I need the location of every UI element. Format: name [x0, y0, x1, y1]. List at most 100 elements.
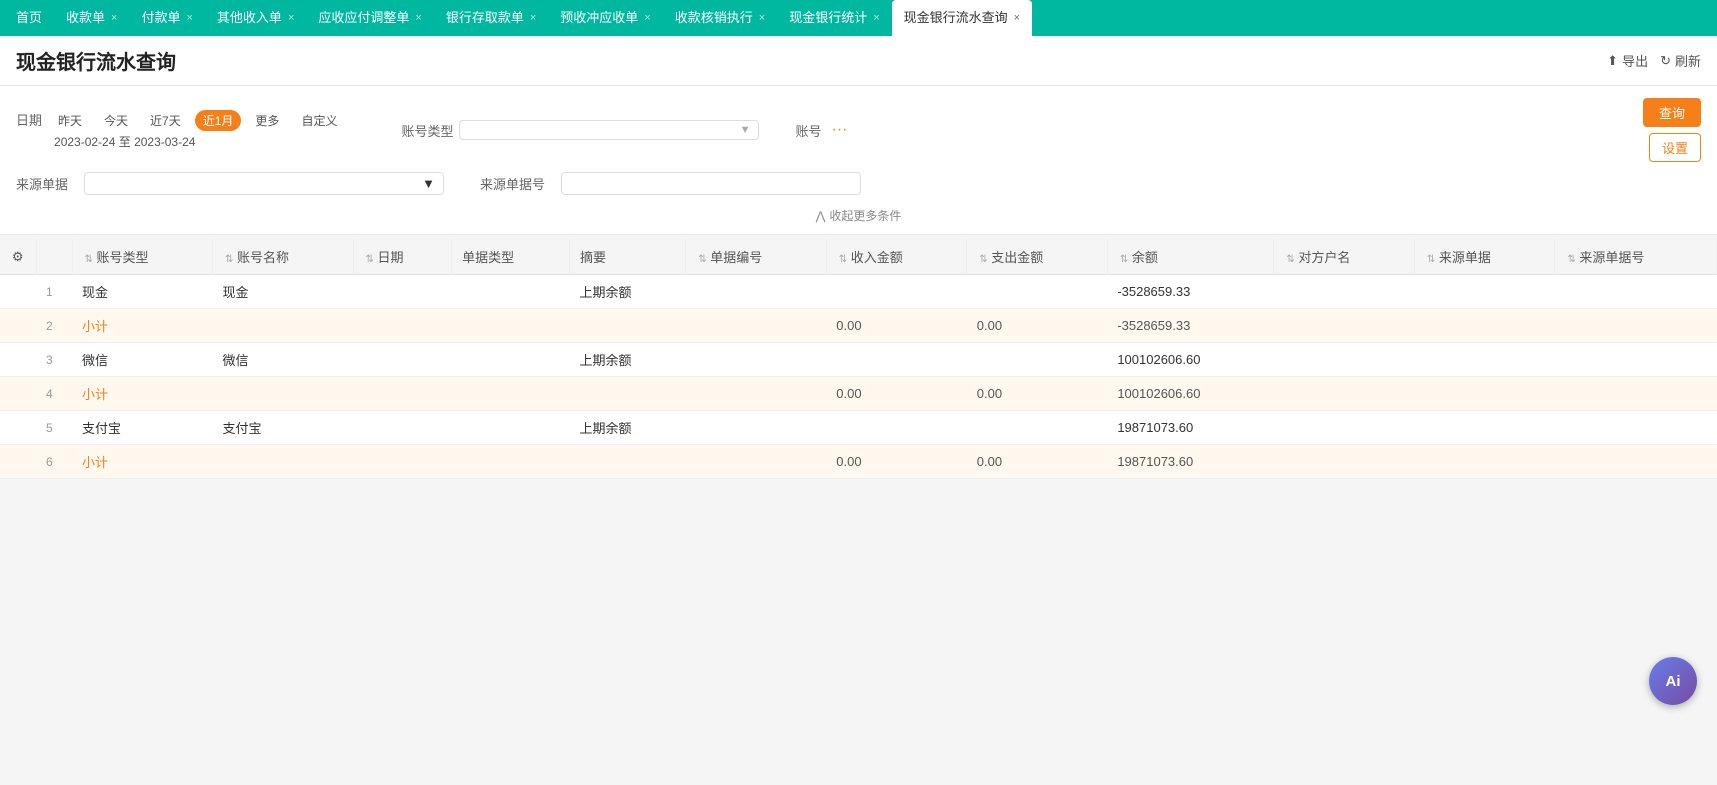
cell-balance: -3528659.33: [1107, 309, 1274, 343]
col-account-type[interactable]: ⇅ 账号类型: [72, 239, 213, 275]
collapse-button[interactable]: ⋀ 收起更多条件: [16, 203, 1701, 228]
cell-income: 0.00: [826, 309, 967, 343]
col-balance[interactable]: ⇅ 余额: [1107, 239, 1274, 275]
col-idx: [36, 239, 72, 275]
close-icon[interactable]: ×: [186, 0, 192, 36]
cell-account-type: 小计: [72, 445, 213, 479]
cell-doc-type: [452, 275, 570, 309]
cell-doc-type: [452, 445, 570, 479]
query-button[interactable]: 查询: [1643, 98, 1701, 127]
cell-idx: 1: [36, 275, 72, 309]
cell-source-doc-no: [1555, 411, 1717, 445]
nav-advance-collect[interactable]: 预收冲应收单 ×: [548, 0, 662, 36]
settings-button[interactable]: 设置: [1649, 133, 1701, 162]
cell-account-type: 小计: [72, 377, 213, 411]
nav-other-income[interactable]: 其他收入单 ×: [205, 0, 306, 36]
sort-icon: ⇅: [366, 254, 374, 265]
col-date[interactable]: ⇅ 日期: [353, 239, 452, 275]
col-gear[interactable]: ⚙: [0, 239, 36, 275]
col-counterparty[interactable]: ⇅ 对方户名: [1274, 239, 1415, 275]
cell-expense: 0.00: [967, 445, 1108, 479]
source-doc-no-input[interactable]: [561, 172, 861, 195]
col-account-name[interactable]: ⇅ 账号名称: [213, 239, 354, 275]
cell-summary: [569, 309, 685, 343]
nav-cash-bank-flow[interactable]: 现金银行流水查询 ×: [892, 0, 1032, 36]
date-opt-custom[interactable]: 自定义: [293, 110, 345, 131]
cell-source-doc: [1414, 309, 1555, 343]
cell-account-name: 微信: [213, 343, 354, 377]
date-opt-yesterday[interactable]: 昨天: [50, 110, 90, 131]
col-expense[interactable]: ⇅ 支出金额: [967, 239, 1108, 275]
top-nav: 首页 收款单 × 付款单 × 其他收入单 × 应收应付调整单 × 银行存取款单 …: [0, 0, 1717, 36]
cell-account-name: [213, 445, 354, 479]
col-doc-no[interactable]: ⇅ 单据编号: [686, 239, 827, 275]
date-opt-today[interactable]: 今天: [96, 110, 136, 131]
nav-bank-deposit[interactable]: 银行存取款单 ×: [434, 0, 548, 36]
cell-income: [826, 411, 967, 445]
account-more-button[interactable]: ···: [827, 121, 851, 139]
close-icon[interactable]: ×: [1014, 0, 1020, 36]
cell-summary: 上期余额: [569, 343, 685, 377]
cell-expense: 0.00: [967, 377, 1108, 411]
cell-date: [353, 309, 452, 343]
cell-doc-type: [452, 411, 570, 445]
close-icon[interactable]: ×: [415, 0, 421, 36]
cell-counterparty: [1274, 445, 1415, 479]
nav-cash-bank-stats[interactable]: 现金银行统计 ×: [777, 0, 891, 36]
cell-account-name: 支付宝: [213, 411, 354, 445]
cell-expense: [967, 343, 1108, 377]
cell-source-doc-no: [1555, 275, 1717, 309]
source-doc-select[interactable]: ▼: [84, 172, 444, 195]
cell-income: 0.00: [826, 377, 967, 411]
cell-balance: 100102606.60: [1107, 377, 1274, 411]
cell-expense: [967, 275, 1108, 309]
col-summary: 摘要: [569, 239, 685, 275]
account-type-select[interactable]: ▼: [459, 120, 759, 140]
account-type-label: 账号类型: [401, 121, 453, 140]
cell-source-doc-no: [1555, 377, 1717, 411]
close-icon[interactable]: ×: [111, 0, 117, 36]
cell-doc-no: [686, 275, 827, 309]
cell-date: [353, 445, 452, 479]
close-icon[interactable]: ×: [759, 0, 765, 36]
sort-icon: ⇅: [85, 254, 93, 265]
cell-idx: 6: [36, 445, 72, 479]
nav-collect-verify[interactable]: 收款核销执行 ×: [663, 0, 777, 36]
sort-icon: ⇅: [698, 254, 706, 265]
cell-balance: -3528659.33: [1107, 275, 1274, 309]
table-header-row: ⚙ ⇅ 账号类型 ⇅ 账号名称 ⇅ 日期 单据类型 摘要 ⇅ 单据编号 ⇅ 收入…: [0, 239, 1717, 275]
ai-assistant-button[interactable]: Ai: [1649, 657, 1697, 705]
filter-row-source: 来源单据 ▼ 来源单据号: [16, 172, 1701, 195]
cell-counterparty: [1274, 411, 1415, 445]
col-source-doc[interactable]: ⇅ 来源单据: [1414, 239, 1555, 275]
table-row: 2小计0.000.00-3528659.33: [0, 309, 1717, 343]
date-opt-1month[interactable]: 近1月: [195, 110, 242, 131]
close-icon[interactable]: ×: [644, 0, 650, 36]
table-row: 4小计0.000.00100102606.60: [0, 377, 1717, 411]
cell-source-doc: [1414, 275, 1555, 309]
table-row: 6小计0.000.0019871073.60: [0, 445, 1717, 479]
date-opt-7days[interactable]: 近7天: [142, 110, 189, 131]
sort-icon: ⇅: [225, 254, 233, 265]
nav-ar-ap-adjust[interactable]: 应收应付调整单 ×: [306, 0, 433, 36]
export-button[interactable]: ⬆ 导出: [1607, 51, 1648, 70]
source-doc-no-label: 来源单据号: [480, 174, 545, 193]
cell-account-type: 支付宝: [72, 411, 213, 445]
nav-home[interactable]: 首页: [4, 0, 54, 36]
col-source-doc-no[interactable]: ⇅ 来源单据号: [1555, 239, 1717, 275]
cell-counterparty: [1274, 275, 1415, 309]
chevron-down-icon: ▼: [740, 124, 751, 136]
refresh-button[interactable]: ↻ 刷新: [1660, 51, 1701, 70]
nav-payments[interactable]: 付款单 ×: [129, 0, 204, 36]
sort-icon: ⇅: [839, 254, 847, 265]
close-icon[interactable]: ×: [288, 0, 294, 36]
close-icon[interactable]: ×: [530, 0, 536, 36]
col-income[interactable]: ⇅ 收入金额: [826, 239, 967, 275]
export-icon: ⬆: [1607, 53, 1618, 69]
close-icon[interactable]: ×: [873, 0, 879, 36]
cell-gear: [0, 275, 36, 309]
nav-receipts[interactable]: 收款单 ×: [54, 0, 129, 36]
date-opt-more[interactable]: 更多: [247, 110, 287, 131]
date-range-display: 2023-02-24 至 2023-03-24: [54, 133, 345, 150]
sort-icon: ⇅: [1120, 254, 1128, 265]
